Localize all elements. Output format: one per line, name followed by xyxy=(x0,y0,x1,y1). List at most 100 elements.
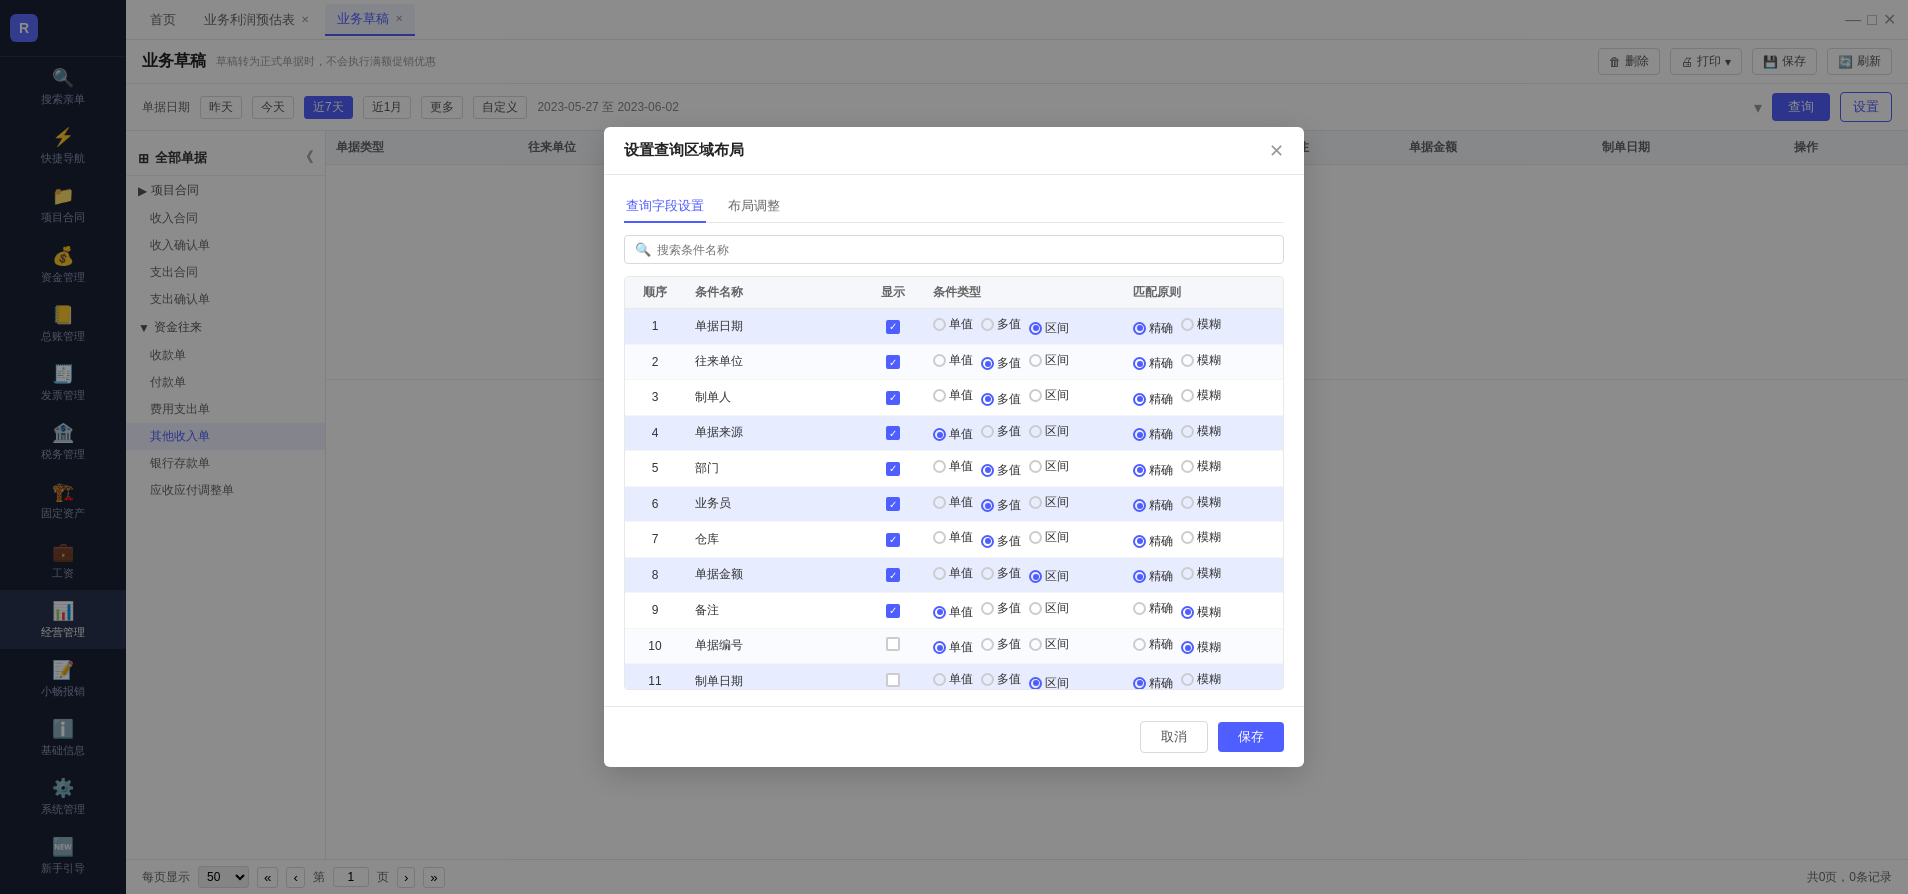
radio-exact[interactable]: 精确 xyxy=(1133,600,1173,617)
radio-multi[interactable]: 多值 xyxy=(981,462,1021,479)
row-order: 8 xyxy=(625,557,685,593)
radio-range[interactable]: 区间 xyxy=(1029,387,1069,404)
radio-range[interactable]: 区间 xyxy=(1029,352,1069,369)
radio-single[interactable]: 单值 xyxy=(933,529,973,546)
table-row: 6业务员✓单值多值区间精确模糊 xyxy=(625,486,1283,522)
radio-multi[interactable]: 多值 xyxy=(981,671,1021,688)
table-row: 3制单人✓单值多值区间精确模糊 xyxy=(625,380,1283,416)
radio-single[interactable]: 单值 xyxy=(933,494,973,511)
radio-multi[interactable]: 多值 xyxy=(981,565,1021,582)
radio-exact[interactable]: 精确 xyxy=(1133,426,1173,443)
radio-exact[interactable]: 精确 xyxy=(1133,462,1173,479)
radio-multi[interactable]: 多值 xyxy=(981,636,1021,653)
modal-save-button[interactable]: 保存 xyxy=(1218,722,1284,752)
row-display-cell[interactable]: ✓ xyxy=(863,380,923,416)
display-checkbox[interactable] xyxy=(886,676,900,690)
radio-single[interactable]: 单值 xyxy=(933,316,973,333)
radio-fuzzy[interactable]: 模糊 xyxy=(1181,494,1221,511)
row-match-rule-cell: 精确模糊 xyxy=(1123,664,1283,691)
radio-fuzzy[interactable]: 模糊 xyxy=(1181,423,1221,440)
radio-fuzzy[interactable]: 模糊 xyxy=(1181,352,1221,369)
radio-fuzzy[interactable]: 模糊 xyxy=(1181,316,1221,333)
table-row: 5部门✓单值多值区间精确模糊 xyxy=(625,451,1283,487)
radio-fuzzy[interactable]: 模糊 xyxy=(1181,387,1221,404)
modal-col-type: 条件类型 xyxy=(923,277,1123,309)
radio-exact[interactable]: 精确 xyxy=(1133,568,1173,585)
display-checkbox[interactable]: ✓ xyxy=(886,568,900,582)
radio-multi[interactable]: 多值 xyxy=(981,316,1021,333)
row-match-rule-cell: 精确模糊 xyxy=(1123,309,1283,345)
modal-tab-field-settings[interactable]: 查询字段设置 xyxy=(624,191,706,223)
row-match-rule-cell: 精确模糊 xyxy=(1123,451,1283,487)
display-checkbox[interactable] xyxy=(886,640,900,654)
radio-exact[interactable]: 精确 xyxy=(1133,497,1173,514)
radio-multi[interactable]: 多值 xyxy=(981,533,1021,550)
row-display-cell[interactable]: ✓ xyxy=(863,486,923,522)
radio-fuzzy[interactable]: 模糊 xyxy=(1181,458,1221,475)
radio-fuzzy[interactable]: 模糊 xyxy=(1181,639,1221,656)
modal-tab-layout-adjust[interactable]: 布局调整 xyxy=(726,191,782,223)
modal-footer: 取消 保存 xyxy=(604,706,1304,767)
radio-range[interactable]: 区间 xyxy=(1029,494,1069,511)
display-checkbox[interactable]: ✓ xyxy=(886,319,900,333)
radio-range[interactable]: 区间 xyxy=(1029,529,1069,546)
radio-fuzzy[interactable]: 模糊 xyxy=(1181,529,1221,546)
modal-search-input[interactable] xyxy=(657,243,1273,257)
cancel-button[interactable]: 取消 xyxy=(1140,721,1208,753)
radio-exact[interactable]: 精确 xyxy=(1133,355,1173,372)
radio-multi[interactable]: 多值 xyxy=(981,497,1021,514)
row-display-cell[interactable]: ✓ xyxy=(863,557,923,593)
row-display-cell[interactable]: ✓ xyxy=(863,344,923,380)
radio-single[interactable]: 单值 xyxy=(933,565,973,582)
row-condition-name: 单据来源 xyxy=(685,415,863,451)
radio-range[interactable]: 区间 xyxy=(1029,636,1069,653)
row-display-cell[interactable] xyxy=(863,664,923,691)
modal-close-icon[interactable]: ✕ xyxy=(1269,142,1284,160)
radio-single[interactable]: 单值 xyxy=(933,458,973,475)
display-checkbox[interactable]: ✓ xyxy=(886,390,900,404)
radio-range[interactable]: 区间 xyxy=(1029,568,1069,585)
display-checkbox[interactable]: ✓ xyxy=(886,355,900,369)
radio-multi[interactable]: 多值 xyxy=(981,355,1021,372)
display-checkbox[interactable]: ✓ xyxy=(886,532,900,546)
row-display-cell[interactable]: ✓ xyxy=(863,309,923,345)
radio-range[interactable]: 区间 xyxy=(1029,458,1069,475)
radio-single[interactable]: 单值 xyxy=(933,639,973,656)
row-match-rule-cell: 精确模糊 xyxy=(1123,593,1283,629)
display-checkbox[interactable]: ✓ xyxy=(886,497,900,511)
radio-single[interactable]: 单值 xyxy=(933,426,973,443)
radio-exact[interactable]: 精确 xyxy=(1133,391,1173,408)
row-condition-name: 制单日期 xyxy=(685,664,863,691)
radio-multi[interactable]: 多值 xyxy=(981,423,1021,440)
row-condition-type-cell: 单值多值区间 xyxy=(923,344,1123,380)
radio-single[interactable]: 单值 xyxy=(933,671,973,688)
radio-single[interactable]: 单值 xyxy=(933,387,973,404)
row-display-cell[interactable]: ✓ xyxy=(863,415,923,451)
radio-multi[interactable]: 多值 xyxy=(981,391,1021,408)
radio-fuzzy[interactable]: 模糊 xyxy=(1181,565,1221,582)
radio-range[interactable]: 区间 xyxy=(1029,320,1069,337)
row-condition-name: 单据金额 xyxy=(685,557,863,593)
row-condition-type-cell: 单值多值区间 xyxy=(923,557,1123,593)
row-display-cell[interactable]: ✓ xyxy=(863,593,923,629)
row-display-cell[interactable] xyxy=(863,628,923,664)
radio-single[interactable]: 单值 xyxy=(933,604,973,621)
table-row: 4单据来源✓单值多值区间精确模糊 xyxy=(625,415,1283,451)
radio-single[interactable]: 单值 xyxy=(933,352,973,369)
radio-exact[interactable]: 精确 xyxy=(1133,320,1173,337)
radio-range[interactable]: 区间 xyxy=(1029,600,1069,617)
radio-range[interactable]: 区间 xyxy=(1029,675,1069,691)
radio-range[interactable]: 区间 xyxy=(1029,423,1069,440)
radio-exact[interactable]: 精确 xyxy=(1133,533,1173,550)
radio-multi[interactable]: 多值 xyxy=(981,600,1021,617)
row-display-cell[interactable]: ✓ xyxy=(863,522,923,558)
radio-exact[interactable]: 精确 xyxy=(1133,636,1173,653)
display-checkbox[interactable]: ✓ xyxy=(886,461,900,475)
radio-fuzzy[interactable]: 模糊 xyxy=(1181,604,1221,621)
row-match-rule-cell: 精确模糊 xyxy=(1123,344,1283,380)
radio-fuzzy[interactable]: 模糊 xyxy=(1181,671,1221,688)
radio-exact[interactable]: 精确 xyxy=(1133,675,1173,691)
row-display-cell[interactable]: ✓ xyxy=(863,451,923,487)
display-checkbox[interactable]: ✓ xyxy=(886,603,900,617)
display-checkbox[interactable]: ✓ xyxy=(886,426,900,440)
